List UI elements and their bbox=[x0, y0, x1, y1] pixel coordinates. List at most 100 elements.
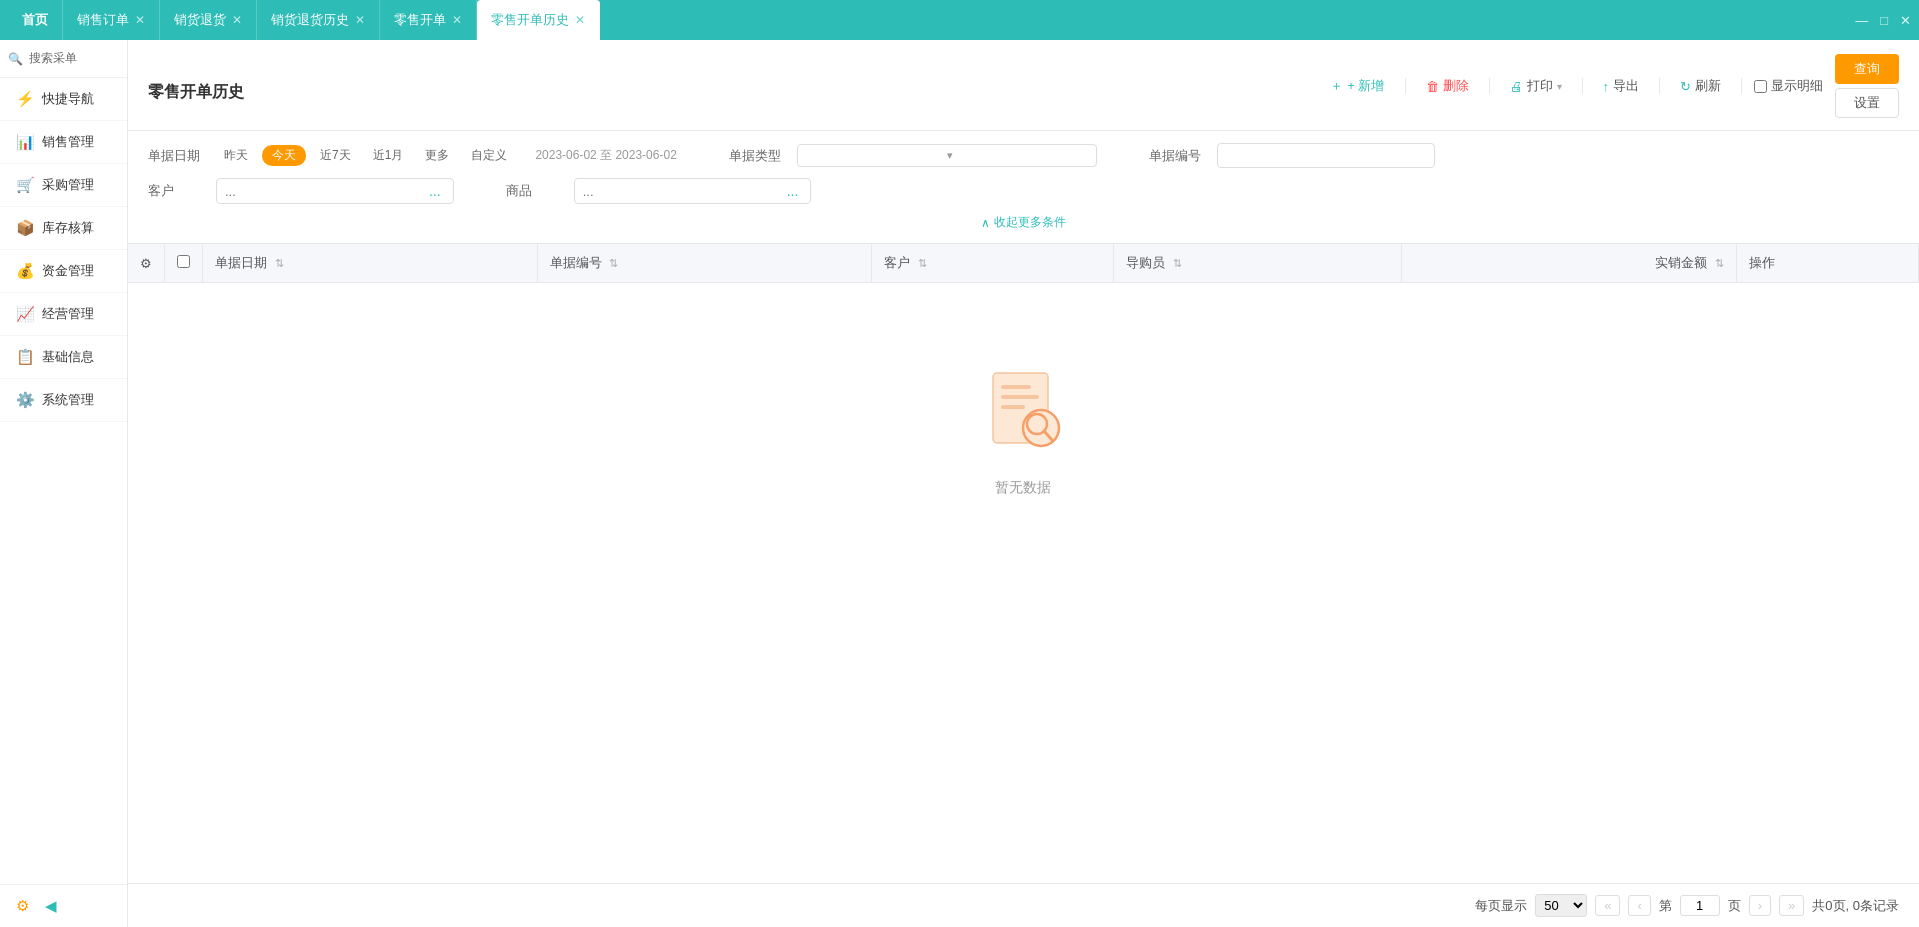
total-info: 共0页, 0条记录 bbox=[1812, 897, 1899, 915]
print-button[interactable]: 🖨 打印 ▾ bbox=[1502, 73, 1570, 99]
sidebar-item-finance[interactable]: 💰 资金管理 bbox=[0, 250, 127, 293]
add-button[interactable]: ＋ + 新增 bbox=[1322, 73, 1392, 99]
delete-button[interactable]: 🗑 删除 bbox=[1418, 73, 1477, 99]
date-btn-custom[interactable]: 自定义 bbox=[463, 145, 515, 166]
print-arrow-icon: ▾ bbox=[1557, 81, 1562, 92]
sidebar-item-basic-info[interactable]: 📋 基础信息 bbox=[0, 336, 127, 379]
date-btn-1month[interactable]: 近1月 bbox=[365, 145, 412, 166]
operations-icon: 📈 bbox=[16, 305, 34, 323]
page-title: 零售开单历史 bbox=[148, 82, 244, 103]
tab-sales-order[interactable]: 销售订单 ✕ bbox=[63, 0, 160, 40]
settings-icon[interactable]: ⚙ bbox=[16, 897, 29, 915]
sidebar-item-quick-nav[interactable]: ⚡ 快捷导航 bbox=[0, 78, 127, 121]
refresh-button[interactable]: ↻ 刷新 bbox=[1672, 73, 1729, 99]
sidebar-item-sales-mgmt[interactable]: 📊 销售管理 bbox=[0, 121, 127, 164]
sidebar-search[interactable]: 🔍 搜索采单 bbox=[0, 40, 127, 78]
th-doc-no: 单据编号 ⇅ bbox=[537, 244, 872, 283]
client-input[interactable] bbox=[225, 184, 425, 199]
tab-retail-open[interactable]: 零售开单 ✕ bbox=[380, 0, 477, 40]
doc-type-label: 单据类型 bbox=[729, 147, 785, 165]
finance-icon: 💰 bbox=[16, 262, 34, 280]
svg-rect-1 bbox=[1001, 385, 1031, 389]
client-picker-btn[interactable]: ... bbox=[425, 183, 445, 199]
doc-type-select[interactable]: ▾ bbox=[797, 144, 1097, 167]
tab-home[interactable]: 首页 bbox=[8, 0, 63, 40]
toolbar-divider2 bbox=[1489, 78, 1490, 94]
sidebar-item-purchase-mgmt[interactable]: 🛒 采购管理 bbox=[0, 164, 127, 207]
toolbar-divider3 bbox=[1582, 78, 1583, 94]
chevron-down-icon: ▾ bbox=[947, 149, 1088, 162]
close-icon[interactable]: ✕ bbox=[355, 13, 365, 27]
th-amount: 实销金额 ⇅ bbox=[1402, 244, 1737, 283]
page-size-select[interactable]: 10 20 50 100 bbox=[1535, 894, 1587, 917]
client-input-wrap: ... bbox=[216, 178, 454, 204]
quick-nav-icon: ⚡ bbox=[16, 90, 34, 108]
sidebar-bottom: ⚙ ◀ bbox=[0, 884, 127, 927]
sidebar-search-label: 搜索采单 bbox=[29, 50, 77, 67]
empty-icon bbox=[973, 363, 1073, 463]
select-all-checkbox[interactable] bbox=[177, 255, 190, 268]
main-layout: 🔍 搜索采单 ⚡ 快捷导航 📊 销售管理 🛒 采购管理 📦 库存核算 💰 资金管… bbox=[0, 40, 1919, 927]
table-header: ⚙ 单据日期 ⇅ 单据编号 ⇅ bbox=[128, 244, 1919, 283]
close-window-btn[interactable]: ✕ bbox=[1900, 13, 1911, 28]
tab-sales-return[interactable]: 销货退货 ✕ bbox=[160, 0, 257, 40]
close-icon[interactable]: ✕ bbox=[575, 13, 585, 27]
date-range: 2023-06-02 至 2023-06-02 bbox=[535, 147, 676, 164]
query-settings-wrap: 查询 设置 bbox=[1835, 54, 1899, 118]
goods-input[interactable] bbox=[583, 184, 783, 199]
sort-icon[interactable]: ⇅ bbox=[918, 257, 927, 269]
gear-icon[interactable]: ⚙ bbox=[140, 256, 152, 271]
page-size-label: 每页显示 bbox=[1475, 897, 1527, 915]
next-page-btn[interactable]: › bbox=[1749, 895, 1771, 916]
goods-picker-btn[interactable]: ... bbox=[783, 183, 803, 199]
last-page-btn[interactable]: » bbox=[1779, 895, 1804, 916]
close-icon[interactable]: ✕ bbox=[135, 13, 145, 27]
collapse-more-conditions[interactable]: ∧ 收起更多条件 bbox=[148, 214, 1899, 231]
query-button[interactable]: 查询 bbox=[1835, 54, 1899, 84]
tab-retail-open-history[interactable]: 零售开单历史 ✕ bbox=[477, 0, 600, 40]
tab-sales-return-history[interactable]: 销货退货历史 ✕ bbox=[257, 0, 380, 40]
sidebar-item-sys-mgmt[interactable]: ⚙️ 系统管理 bbox=[0, 379, 127, 422]
sort-icon[interactable]: ⇅ bbox=[609, 257, 618, 269]
filter-row-2: 客户 ... 商品 ... bbox=[148, 178, 1899, 204]
sidebar-item-inventory[interactable]: 📦 库存核算 bbox=[0, 207, 127, 250]
toolbar-divider5 bbox=[1741, 78, 1742, 94]
refresh-icon: ↻ bbox=[1680, 79, 1691, 94]
display-detail-checkbox[interactable] bbox=[1754, 80, 1767, 93]
close-icon[interactable]: ✕ bbox=[232, 13, 242, 27]
sidebar-item-label: 销售管理 bbox=[42, 133, 94, 151]
pagination-bar: 每页显示 10 20 50 100 « ‹ 第 页 › » 共0页, 0条记录 bbox=[128, 883, 1919, 927]
top-nav: 首页 销售订单 ✕ 销货退货 ✕ 销货退货历史 ✕ 零售开单 ✕ 零售开单历史 … bbox=[0, 0, 1919, 40]
print-icon: 🖨 bbox=[1510, 79, 1523, 94]
close-icon[interactable]: ✕ bbox=[452, 13, 462, 27]
empty-text: 暂无数据 bbox=[995, 479, 1051, 497]
sidebar-item-label: 基础信息 bbox=[42, 348, 94, 366]
collapse-sidebar-icon[interactable]: ◀ bbox=[45, 897, 57, 915]
date-btn-more[interactable]: 更多 bbox=[417, 145, 457, 166]
sidebar-item-label: 快捷导航 bbox=[42, 90, 94, 108]
sort-icon[interactable]: ⇅ bbox=[1173, 257, 1182, 269]
date-btn-7days[interactable]: 近7天 bbox=[312, 145, 359, 166]
sidebar-item-label: 系统管理 bbox=[42, 391, 94, 409]
export-button[interactable]: ↑ 导出 bbox=[1595, 73, 1648, 99]
date-btn-yesterday[interactable]: 昨天 bbox=[216, 145, 256, 166]
sidebar-item-operations[interactable]: 📈 经营管理 bbox=[0, 293, 127, 336]
doc-number-label: 单据编号 bbox=[1149, 147, 1205, 165]
sort-icon[interactable]: ⇅ bbox=[1715, 257, 1724, 269]
filter-row-1: 单据日期 昨天 今天 近7天 近1月 更多 自定义 2023-06-02 至 2… bbox=[148, 143, 1899, 168]
sidebar-item-label: 经营管理 bbox=[42, 305, 94, 323]
toolbar-divider bbox=[1405, 78, 1406, 94]
page-number-input[interactable] bbox=[1680, 895, 1720, 916]
minimize-btn[interactable]: — bbox=[1855, 13, 1868, 28]
sort-icon[interactable]: ⇅ bbox=[275, 257, 284, 269]
doc-number-input[interactable] bbox=[1226, 148, 1426, 163]
basic-info-icon: 📋 bbox=[16, 348, 34, 366]
first-page-btn[interactable]: « bbox=[1595, 895, 1620, 916]
page-label-pre: 第 bbox=[1659, 897, 1672, 915]
date-btn-today[interactable]: 今天 bbox=[262, 145, 306, 166]
purchase-mgmt-icon: 🛒 bbox=[16, 176, 34, 194]
settings-button[interactable]: 设置 bbox=[1835, 88, 1899, 118]
prev-page-btn[interactable]: ‹ bbox=[1628, 895, 1650, 916]
maximize-btn[interactable]: □ bbox=[1880, 13, 1888, 28]
add-icon: ＋ bbox=[1330, 77, 1343, 95]
